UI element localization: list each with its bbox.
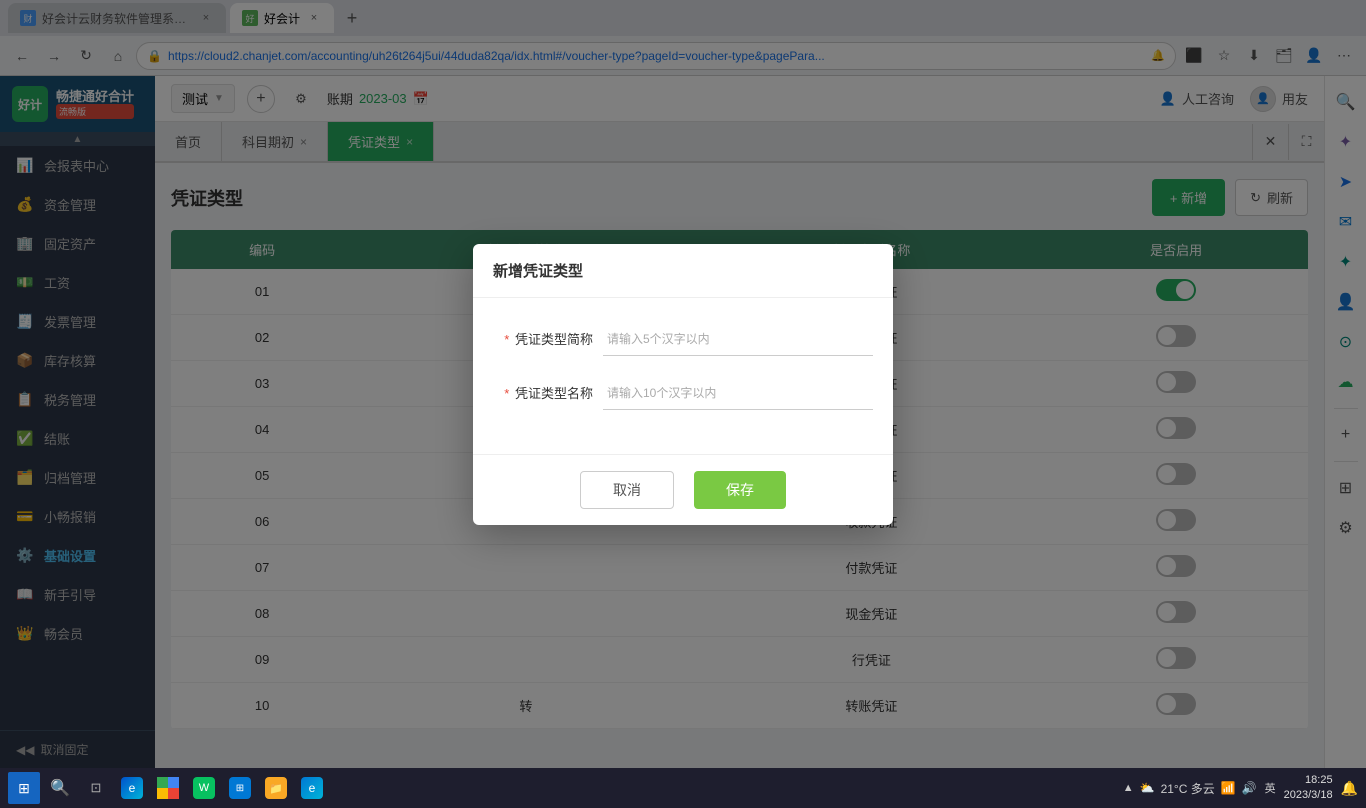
taskbar-right: ▲ ⛅ 21°C 多云 📶 🔊 英 18:25 2023/3/18 🔔 <box>1123 773 1358 804</box>
short-name-label: * 凭证类型简称 <box>493 329 603 348</box>
full-name-label-text: 凭证类型名称 <box>515 386 593 401</box>
taskbar-store[interactable]: ⊞ <box>224 772 256 804</box>
modal-body: * 凭证类型简称 * 凭证类型名称 <box>473 298 893 454</box>
wifi-icon: 📶 <box>1221 781 1236 795</box>
notification-btn[interactable]: 🔔 <box>1341 780 1358 797</box>
short-name-input[interactable] <box>603 322 873 356</box>
taskbar-task-view[interactable]: ⊡ <box>80 772 112 804</box>
taskbar-edge2[interactable]: e <box>296 772 328 804</box>
full-name-input[interactable] <box>603 376 873 410</box>
modal-footer: 取消 保存 <box>473 454 893 525</box>
weather-icon: ⛅ <box>1140 781 1155 795</box>
clock-time: 18:25 <box>1284 773 1333 788</box>
taskbar: ⊞ 🔍 ⊡ e W ⊞ 📁 e ▲ ⛅ 21°C 多云 📶 🔊 英 18:25 … <box>0 768 1366 808</box>
cancel-label: 取消 <box>613 482 641 498</box>
taskbar-lang[interactable]: 英 <box>1265 780 1276 796</box>
modal-header: 新增凭证类型 <box>473 244 893 298</box>
clock-date: 2023/3/18 <box>1284 788 1333 803</box>
modal-title: 新增凭证类型 <box>493 263 583 280</box>
system-tray: ▲ ⛅ 21°C 多云 📶 🔊 <box>1123 780 1257 797</box>
start-button[interactable]: ⊞ <box>8 772 40 804</box>
taskbar-edge[interactable]: e <box>116 772 148 804</box>
save-button[interactable]: 保存 <box>694 471 786 509</box>
taskbar-explorer[interactable]: 📁 <box>260 772 292 804</box>
short-name-label-text: 凭证类型简称 <box>515 332 593 347</box>
form-row-full-name: * 凭证类型名称 <box>493 376 873 410</box>
add-voucher-type-modal: 新增凭证类型 * 凭证类型简称 * 凭证类型名称 取消 <box>473 244 893 525</box>
required-indicator-1: * <box>504 332 509 347</box>
required-indicator-2: * <box>504 386 509 401</box>
taskbar-wechat[interactable]: W <box>188 772 220 804</box>
cancel-button[interactable]: 取消 <box>580 471 674 509</box>
taskbar-clock: 18:25 2023/3/18 <box>1284 773 1333 804</box>
tray-up-arrow[interactable]: ▲ <box>1123 782 1134 794</box>
sound-icon: 🔊 <box>1242 781 1257 795</box>
taskbar-chrome[interactable] <box>152 772 184 804</box>
form-row-short-name: * 凭证类型简称 <box>493 322 873 356</box>
modal-overlay: 新增凭证类型 * 凭证类型简称 * 凭证类型名称 取消 <box>0 0 1366 768</box>
weather-text: 21°C 多云 <box>1161 780 1215 797</box>
full-name-label: * 凭证类型名称 <box>493 383 603 402</box>
save-label: 保存 <box>726 482 754 498</box>
taskbar-search-btn[interactable]: 🔍 <box>44 772 76 804</box>
